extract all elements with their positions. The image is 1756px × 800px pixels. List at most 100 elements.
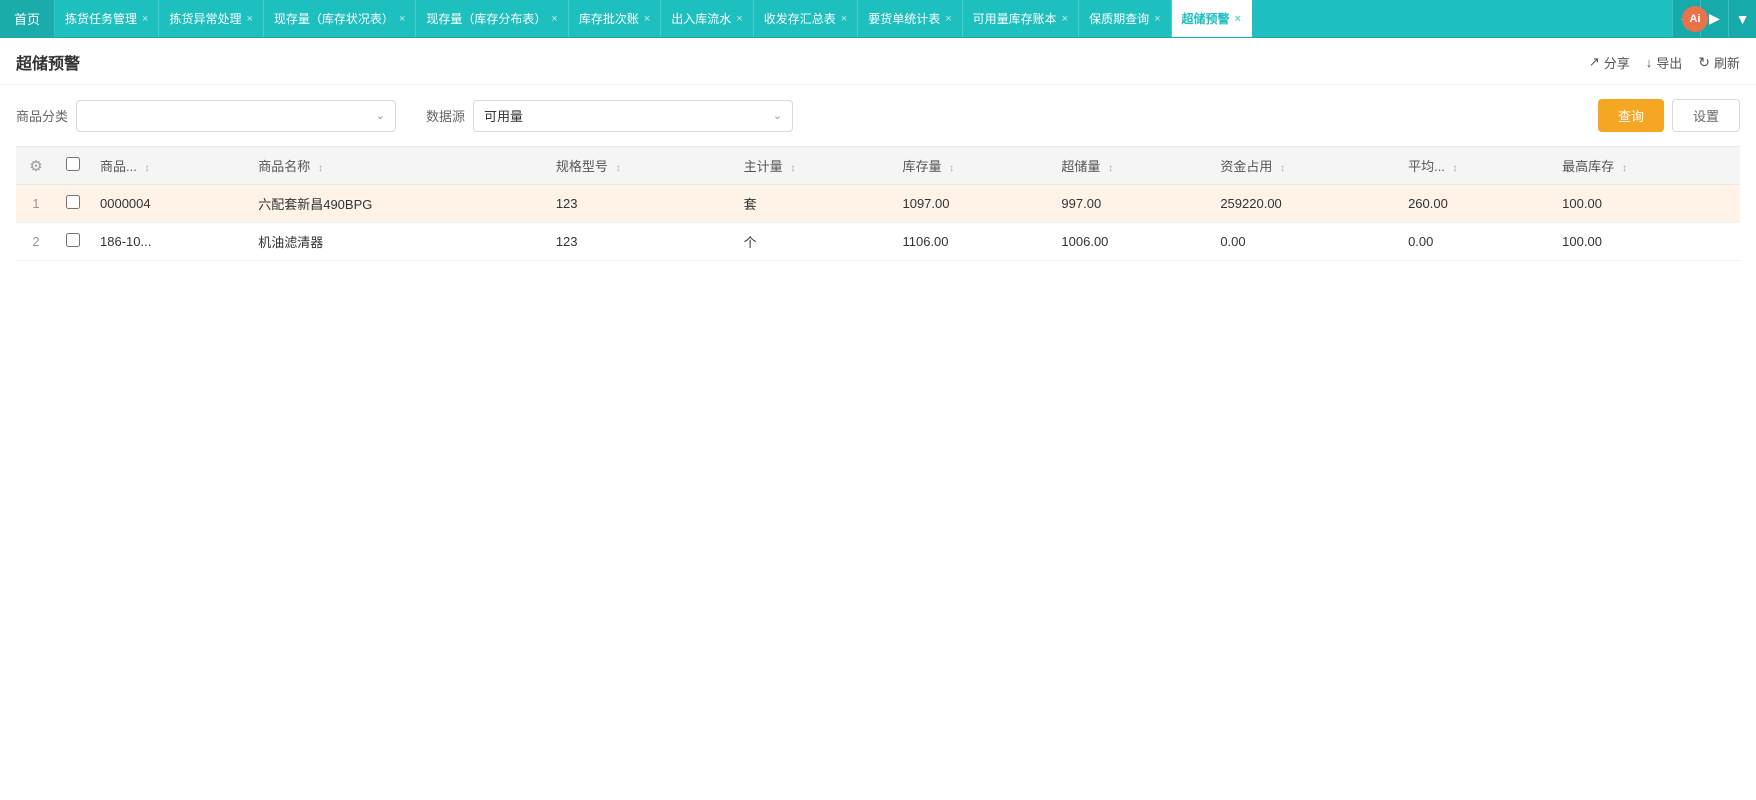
nav-tab-close[interactable]: × [644, 13, 650, 25]
category-filter-group: 商品分类 ⌄ [16, 100, 396, 132]
category-label: 商品分类 [16, 106, 68, 125]
page-header: 超储预警 ↗ 分享 ↓ 导出 ↻ 刷新 [0, 38, 1756, 85]
nav-tab-tab2[interactable]: 拣货异常处理 × [159, 0, 263, 38]
row-inventory: 1097.00 [892, 185, 1051, 223]
nav-tab-label: 拣货异常处理 [169, 10, 241, 27]
nav-tab-label: 收发存汇总表 [764, 10, 836, 27]
col-inventory-label: 库存量 [902, 159, 941, 174]
col-unit[interactable]: 主计量 ↕ [734, 147, 893, 185]
col-capital-label: 资金占用 [1220, 159, 1272, 174]
row-index: 1 [16, 185, 56, 223]
nav-tab-label: 保质期查询 [1089, 10, 1149, 27]
table-container: ⚙ 商品... ↕ 商品名称 ↕ 规格型号 ↕ [0, 146, 1756, 261]
nav-tab-close[interactable]: × [1154, 13, 1160, 25]
select-all-checkbox[interactable] [66, 157, 80, 171]
nav-tab-tab1[interactable]: 拣货任务管理× [55, 0, 159, 38]
col-max-stock[interactable]: 最高库存 ↕ [1552, 147, 1740, 185]
table-settings-icon[interactable]: ⚙ [29, 158, 42, 175]
col-overstock-label: 超储量 [1061, 159, 1100, 174]
export-action[interactable]: ↓ 导出 [1646, 53, 1683, 72]
nav-tab-tab5[interactable]: 库存批次账× [569, 0, 661, 38]
col-inventory[interactable]: 库存量 ↕ [892, 147, 1051, 185]
nav-tab-close[interactable]: × [945, 13, 951, 25]
row-checkbox[interactable] [66, 233, 80, 247]
settings-button[interactable]: 设置 [1672, 99, 1740, 132]
row-index: 2 [16, 223, 56, 261]
nav-tab-close[interactable]: × [551, 13, 557, 25]
sort-unit-icon: ↕ [790, 163, 795, 174]
col-spec[interactable]: 规格型号 ↕ [546, 147, 734, 185]
col-gear: ⚙ [16, 147, 56, 185]
nav-tab-close[interactable]: × [1235, 13, 1241, 25]
row-product-name: 机油滤清器 [248, 223, 546, 261]
avatar[interactable]: Ai [1682, 6, 1708, 32]
table-row: 1 0000004 六配套新昌490BPG 123 套 1097.00 997.… [16, 185, 1740, 223]
sort-spec-icon: ↕ [615, 163, 620, 174]
nav-tab-close[interactable]: × [142, 13, 148, 25]
datasource-chevron-icon: ⌄ [773, 109, 782, 122]
row-max-stock: 100.00 [1552, 185, 1740, 223]
col-overstock[interactable]: 超储量 ↕ [1051, 147, 1210, 185]
header-actions: ↗ 分享 ↓ 导出 ↻ 刷新 [1589, 53, 1740, 72]
filter-area: 商品分类 ⌄ 数据源 可用量 ⌄ 查询 设置 [0, 85, 1756, 146]
row-unit: 个 [734, 223, 893, 261]
nav-home[interactable]: 首页 [0, 0, 55, 38]
nav-menu-button[interactable]: ▼ [1728, 0, 1756, 38]
query-button[interactable]: 查询 [1598, 99, 1664, 132]
nav-tab-tab11[interactable]: 超储预警 × [1172, 0, 1252, 38]
col-unit-label: 主计量 [744, 159, 783, 174]
user-info: Ai [1682, 0, 1716, 38]
nav-tab-close[interactable]: × [736, 13, 742, 25]
datasource-label: 数据源 [426, 106, 465, 125]
nav-tab-tab10[interactable]: 保质期查询 × [1079, 0, 1171, 38]
row-spec: 123 [546, 223, 734, 261]
nav-tab-label: 现存量（库存分布表） [426, 10, 546, 27]
nav-tab-label: 超储预警 [1182, 10, 1230, 27]
nav-menu-icon: ▼ [1736, 11, 1750, 27]
page-title: 超储预警 [16, 50, 80, 74]
col-product-code-label: 商品... [100, 159, 137, 174]
nav-tab-close[interactable]: × [399, 13, 405, 25]
col-avg[interactable]: 平均... ↕ [1398, 147, 1552, 185]
col-product-code[interactable]: 商品... ↕ [90, 147, 248, 185]
nav-tab-close[interactable]: × [246, 13, 252, 25]
col-avg-label: 平均... [1408, 159, 1445, 174]
category-chevron-icon: ⌄ [376, 109, 385, 122]
datasource-filter-group: 数据源 可用量 ⌄ [426, 100, 793, 132]
nav-tab-tab9[interactable]: 可用量库存账本× [963, 0, 1079, 38]
row-checkbox-cell[interactable] [56, 185, 90, 223]
sort-product-code-icon: ↕ [144, 163, 149, 174]
share-action[interactable]: ↗ 分享 [1589, 53, 1630, 72]
row-checkbox-cell[interactable] [56, 223, 90, 261]
nav-tab-close[interactable]: × [1062, 13, 1068, 25]
sort-inventory-icon: ↕ [949, 163, 954, 174]
nav-tab-close[interactable]: × [841, 13, 847, 25]
row-inventory: 1106.00 [892, 223, 1051, 261]
col-capital[interactable]: 资金占用 ↕ [1210, 147, 1398, 185]
col-select-all[interactable] [56, 147, 90, 185]
row-product-code: 186-10... [90, 223, 248, 261]
nav-tab-tab3[interactable]: 现存量（库存状况表）× [264, 0, 416, 38]
row-checkbox[interactable] [66, 195, 80, 209]
share-icon: ↗ [1589, 54, 1600, 70]
sort-product-name-icon: ↕ [318, 163, 323, 174]
row-avg: 0.00 [1398, 223, 1552, 261]
row-spec: 123 [546, 185, 734, 223]
nav-tab-label: 出入库流水 [671, 10, 731, 27]
col-spec-label: 规格型号 [556, 159, 608, 174]
row-unit: 套 [734, 185, 893, 223]
row-product-name: 六配套新昌490BPG [248, 185, 546, 223]
nav-tab-tab6[interactable]: 出入库流水 × [661, 0, 753, 38]
nav-tab-tab7[interactable]: 收发存汇总表 × [754, 0, 858, 38]
row-capital: 259220.00 [1210, 185, 1398, 223]
category-select[interactable]: ⌄ [76, 100, 396, 132]
datasource-select[interactable]: 可用量 ⌄ [473, 100, 793, 132]
table-row: 2 186-10... 机油滤清器 123 个 1106.00 1006.00 … [16, 223, 1740, 261]
nav-tab-tab4[interactable]: 现存量（库存分布表） × [416, 0, 568, 38]
row-product-code: 0000004 [90, 185, 248, 223]
col-product-name[interactable]: 商品名称 ↕ [248, 147, 546, 185]
row-max-stock: 100.00 [1552, 223, 1740, 261]
nav-tab-tab8[interactable]: 要货单统计表× [858, 0, 962, 38]
refresh-action[interactable]: ↻ 刷新 [1698, 53, 1740, 72]
row-overstock: 997.00 [1051, 185, 1210, 223]
